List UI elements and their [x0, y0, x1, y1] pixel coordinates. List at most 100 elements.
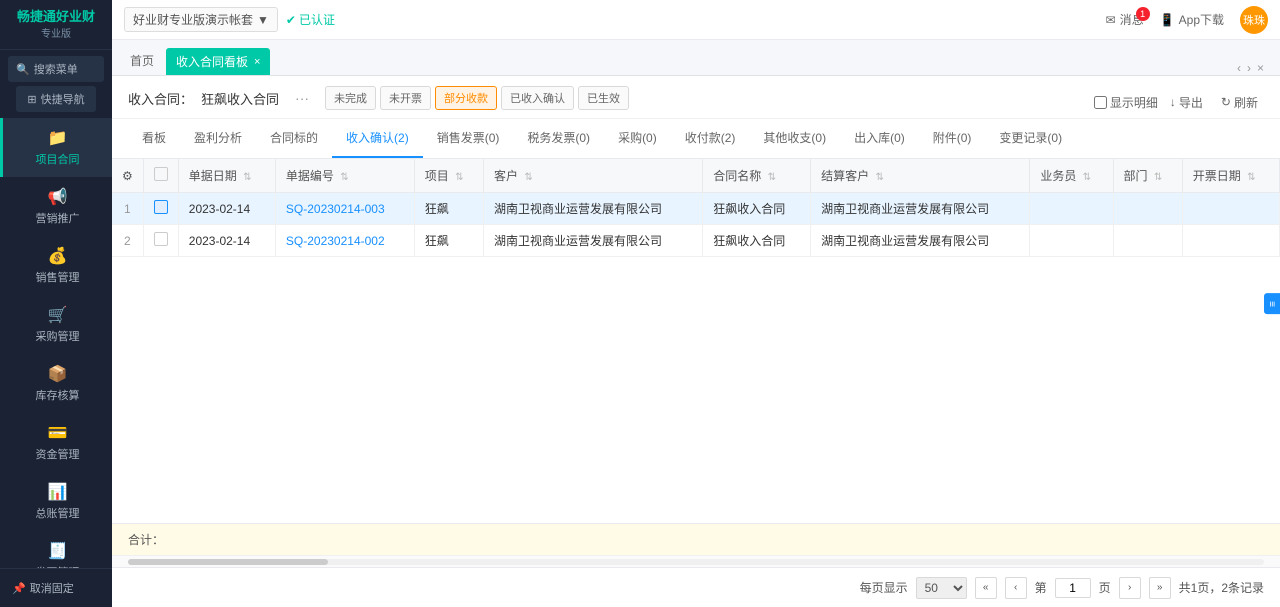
- status-effective-button[interactable]: 已生效: [578, 86, 629, 110]
- th-date-label: 单据日期: [189, 169, 237, 183]
- status-partial-payment-button[interactable]: 部分收款: [435, 86, 497, 110]
- window-controls: ‹ › ×: [1229, 61, 1272, 75]
- message-button[interactable]: ✉ 1 消息: [1106, 11, 1144, 28]
- app-download-button[interactable]: 📱 App下载: [1160, 11, 1224, 28]
- tab-sales-invoices[interactable]: 销售发票(0): [423, 119, 514, 158]
- tab-purchase[interactable]: 采购(0): [604, 119, 671, 158]
- search-menu-label: 搜索菜单: [34, 61, 78, 77]
- th-date[interactable]: 单据日期 ⇅: [178, 159, 275, 193]
- quick-nav-button[interactable]: ⊞ 快捷导航: [16, 86, 96, 112]
- invoices-icon: 🧾: [48, 541, 68, 561]
- row-checkbox-1[interactable]: [154, 200, 168, 214]
- topbar-left: 好业财专业版演示帐套 ▼ ✔ 已认证: [124, 7, 335, 32]
- search-menu-button[interactable]: 🔍 搜索菜单: [8, 56, 104, 82]
- th-project[interactable]: 项目 ⇅: [414, 159, 483, 193]
- export-icon: ↓: [1170, 95, 1176, 109]
- sort-contract-icon: ⇅: [768, 172, 776, 183]
- export-label: 导出: [1179, 94, 1203, 111]
- tab-attachments[interactable]: 附件(0): [919, 119, 986, 158]
- tab-contract-subject[interactable]: 合同标的: [256, 119, 332, 158]
- tab-change-log-label: 变更记录(0): [999, 131, 1062, 145]
- status-incomplete-button[interactable]: 未完成: [325, 86, 376, 110]
- nav-prev-button[interactable]: ‹: [1237, 61, 1241, 75]
- active-tab[interactable]: 收入合同看板 ×: [166, 48, 270, 75]
- page-label-pre: 第: [1035, 579, 1047, 596]
- unpin-button[interactable]: 📌 取消固定: [8, 575, 104, 601]
- td-check-1[interactable]: [143, 193, 178, 225]
- scrollbar-thumb[interactable]: [128, 559, 328, 565]
- sidebar-item-invoices[interactable]: 🧾 发票管理: [0, 531, 112, 568]
- sidebar-item-inventory[interactable]: 📦 库存核算: [0, 354, 112, 413]
- th-checkbox[interactable]: [143, 159, 178, 193]
- more-actions-button[interactable]: ···: [291, 90, 313, 106]
- td-number-2[interactable]: SQ-20230214-002: [275, 225, 414, 257]
- funds-icon: 💳: [48, 423, 68, 443]
- sidebar-item-sales[interactable]: 💰 销售管理: [0, 236, 112, 295]
- status-uninvoiced-button[interactable]: 未开票: [380, 86, 431, 110]
- th-department-label: 部门: [1124, 169, 1148, 183]
- tab-change-log[interactable]: 变更记录(0): [985, 119, 1076, 158]
- grid-icon: ⊞: [27, 93, 36, 106]
- topbar-right: ✉ 1 消息 📱 App下载 珠珠: [1106, 6, 1268, 34]
- last-page-button[interactable]: »: [1149, 577, 1171, 599]
- tab-close-button[interactable]: ×: [254, 56, 260, 68]
- tab-revenue-recognition[interactable]: 收入确认(2): [332, 119, 423, 158]
- doc-number-link-2[interactable]: SQ-20230214-002: [286, 234, 385, 248]
- sidebar-item-label: 资金管理: [36, 446, 80, 462]
- tab-payments[interactable]: 收付款(2): [671, 119, 750, 158]
- app-name: 畅捷通好业财: [17, 9, 95, 25]
- td-number-1[interactable]: SQ-20230214-003: [275, 193, 414, 225]
- th-invoice-date[interactable]: 开票日期 ⇅: [1182, 159, 1279, 193]
- marketing-icon: 📢: [48, 187, 68, 207]
- nav-next-button[interactable]: ›: [1247, 61, 1251, 75]
- th-salesperson[interactable]: 业务员 ⇅: [1030, 159, 1113, 193]
- right-panel-button[interactable]: ≡: [1264, 293, 1280, 315]
- th-settlement-customer[interactable]: 结算客户 ⇅: [811, 159, 1030, 193]
- company-selector[interactable]: 好业财专业版演示帐套 ▼: [124, 7, 278, 32]
- sidebar-item-projects[interactable]: 📁 项目合同: [0, 118, 112, 177]
- refresh-label: 刷新: [1234, 94, 1258, 111]
- table-row[interactable]: 1 2023-02-14 SQ-20230214-003 狂飙 湖南卫视商业运营…: [112, 193, 1280, 225]
- sidebar-menu: 📁 项目合同 📢 营销推广 💰 销售管理 🛒 采购管理 📦 库存核算 💳 资金管…: [0, 118, 112, 568]
- next-page-button[interactable]: ›: [1119, 577, 1141, 599]
- first-page-button[interactable]: «: [975, 577, 997, 599]
- sidebar-item-funds[interactable]: 💳 资金管理: [0, 413, 112, 472]
- doc-number-link-1[interactable]: SQ-20230214-003: [286, 202, 385, 216]
- show-detail-checkbox[interactable]: 显示明细: [1094, 94, 1158, 111]
- tab-revenue-label: 收入确认(2): [346, 131, 409, 145]
- tab-other-income[interactable]: 其他收支(0): [749, 119, 840, 158]
- td-check-2[interactable]: [143, 225, 178, 257]
- tab-dashboard[interactable]: 看板: [128, 119, 180, 158]
- sidebar-item-label: 项目合同: [36, 151, 80, 167]
- sidebar-bottom: 📌 取消固定: [0, 568, 112, 607]
- select-all-checkbox[interactable]: [154, 167, 168, 181]
- content-area: 收入合同： 狂飙收入合同 ··· 未完成 未开票 部分收款 已收入确认 已生效 …: [112, 76, 1280, 607]
- th-number[interactable]: 单据编号 ⇅: [275, 159, 414, 193]
- sidebar-item-purchase[interactable]: 🛒 采购管理: [0, 295, 112, 354]
- th-contract-name[interactable]: 合同名称 ⇅: [703, 159, 811, 193]
- page-number-input[interactable]: [1055, 578, 1091, 598]
- avatar[interactable]: 珠珠: [1240, 6, 1268, 34]
- th-department[interactable]: 部门 ⇅: [1113, 159, 1182, 193]
- th-customer[interactable]: 客户 ⇅: [484, 159, 703, 193]
- page-size-select[interactable]: 50 20 100: [916, 577, 967, 599]
- td-department-2: [1113, 225, 1182, 257]
- app-sub: 专业版: [17, 25, 95, 40]
- close-window-button[interactable]: ×: [1257, 61, 1264, 75]
- tab-warehouse[interactable]: 出入库(0): [840, 119, 919, 158]
- export-button[interactable]: ↓ 导出: [1164, 91, 1209, 114]
- sidebar-item-marketing[interactable]: 📢 营销推广: [0, 177, 112, 236]
- tab-tax-invoices[interactable]: 税务发票(0): [513, 119, 604, 158]
- sort-date-icon: ⇅: [243, 172, 251, 183]
- status-confirmed-button[interactable]: 已收入确认: [501, 86, 574, 110]
- td-salesperson-1: [1030, 193, 1113, 225]
- table-row[interactable]: 2 2023-02-14 SQ-20230214-002 狂飙 湖南卫视商业运营…: [112, 225, 1280, 257]
- prev-page-button[interactable]: ‹: [1005, 577, 1027, 599]
- refresh-button[interactable]: ↻ 刷新: [1215, 91, 1264, 114]
- th-settings[interactable]: ⚙: [112, 159, 143, 193]
- tab-profit-analysis[interactable]: 盈利分析: [180, 119, 256, 158]
- row-checkbox-2[interactable]: [154, 232, 168, 246]
- tab-home[interactable]: 首页: [120, 46, 164, 75]
- show-detail-input[interactable]: [1094, 96, 1107, 109]
- sidebar-item-general-ledger[interactable]: 📊 总账管理: [0, 472, 112, 531]
